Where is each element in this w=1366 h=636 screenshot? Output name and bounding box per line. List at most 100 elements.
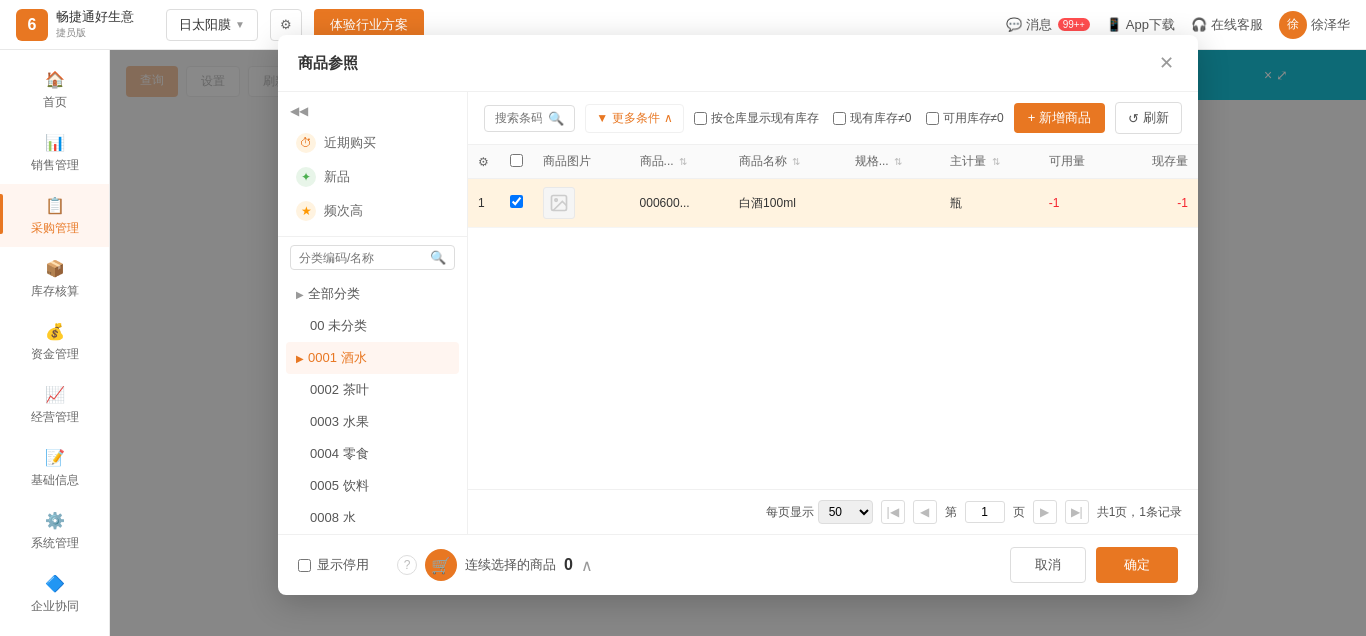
cart-label: 连续选择的商品	[465, 556, 556, 574]
th-name[interactable]: 商品名称 ⇅	[729, 145, 845, 179]
user-nav-item[interactable]: 徐 徐泽华	[1279, 11, 1350, 39]
modal-title: 商品参照	[298, 54, 358, 73]
checkbox-stock[interactable]	[833, 112, 846, 125]
username: 徐泽华	[1311, 16, 1350, 34]
new-product-button[interactable]: + 新增商品	[1014, 103, 1105, 133]
sidebar-item-sales[interactable]: 📊 销售管理	[0, 121, 109, 184]
table-row[interactable]: 1	[468, 179, 1198, 228]
category-item-0003[interactable]: 0003 水果	[286, 406, 459, 438]
sidebar-item-home[interactable]: 🏠 首页	[0, 58, 109, 121]
checkbox-warehouse-label: 按仓库显示现有库存	[711, 110, 819, 127]
svg-point-1	[555, 199, 558, 202]
th-image: 商品图片	[533, 145, 630, 179]
modal-body: ◀◀ ⏱ 近期购买 ✦ 新品 ★ 频次高	[278, 92, 1198, 534]
checkbox-item-available[interactable]: 可用库存≠0	[926, 110, 1004, 127]
frequent-label: 频次高	[324, 202, 363, 220]
sidebar-item-home-label: 首页	[43, 94, 67, 111]
select-all-checkbox[interactable]	[510, 154, 523, 167]
quick-filter-frequent[interactable]: ★ 频次高	[286, 194, 459, 228]
category-item-0008[interactable]: 0008 水	[286, 502, 459, 522]
category-item-0004[interactable]: 0004 零食	[286, 438, 459, 470]
new-label: 新品	[324, 168, 350, 186]
sidebar-item-basic-info[interactable]: 📝 基础信息	[0, 436, 109, 499]
th-stock[interactable]: 现存量	[1118, 145, 1198, 179]
category-item-0001[interactable]: ▶ 0001 酒水	[286, 342, 459, 374]
last-page-button[interactable]: ▶|	[1065, 500, 1089, 524]
category-search-input[interactable]	[299, 251, 430, 265]
checkbox-item-stock[interactable]: 现有库存≠0	[833, 110, 911, 127]
chevron-down-icon: ▼	[235, 19, 245, 30]
messages-badge: 99++	[1058, 18, 1090, 31]
sidebar-item-inventory[interactable]: 📦 库存核算	[0, 247, 109, 310]
th-code[interactable]: 商品... ⇅	[630, 145, 730, 179]
category-item-0002[interactable]: 0002 茶叶	[286, 374, 459, 406]
page-number-input[interactable]	[965, 501, 1005, 523]
sidebar-item-enterprise[interactable]: 🔷 企业协同	[0, 562, 109, 625]
next-page-button[interactable]: ▶	[1033, 500, 1057, 524]
checkbox-warehouse[interactable]	[694, 112, 707, 125]
show-disabled-checkbox[interactable]	[298, 559, 311, 572]
category-item-0005[interactable]: 0005 饮料	[286, 470, 459, 502]
checkbox-group: 按仓库显示现有库存 现有库存≠0 可用库存≠0	[694, 110, 1004, 127]
category-0004-label: 0004 零食	[310, 445, 369, 463]
th-spec[interactable]: 规格... ⇅	[845, 145, 941, 179]
category-all-label: 全部分类	[308, 285, 360, 303]
row-available: -1	[1039, 179, 1119, 228]
th-checkbox[interactable]	[500, 145, 533, 179]
sidebar-item-operations[interactable]: 📈 经营管理	[0, 373, 109, 436]
sidebar-item-purchase[interactable]: 📋 采购管理	[0, 184, 109, 247]
checkbox-item-warehouse[interactable]: 按仓库显示现有库存	[694, 110, 819, 127]
th-settings[interactable]: ⚙	[468, 145, 500, 179]
collapse-cart-icon[interactable]: ∧	[581, 556, 593, 575]
category-0003-label: 0003 水果	[310, 413, 369, 431]
recent-label: 近期购买	[324, 134, 376, 152]
sales-icon: 📊	[44, 131, 66, 153]
refresh-button[interactable]: ↺ 刷新	[1115, 102, 1182, 134]
product-table: ⚙ 商品图片 商品... ⇅ 商品名称 ⇅ 规格... ⇅ 主计量 ⇅ 可用量 …	[468, 145, 1198, 489]
more-filter-button[interactable]: ▼ 更多条件 ∧	[585, 104, 684, 133]
table: ⚙ 商品图片 商品... ⇅ 商品名称 ⇅ 规格... ⇅ 主计量 ⇅ 可用量 …	[468, 145, 1198, 228]
sidebar-item-finance[interactable]: 💰 资金管理	[0, 310, 109, 373]
sidebar-item-system[interactable]: ⚙️ 系统管理	[0, 499, 109, 562]
category-00-label: 00 未分类	[310, 317, 367, 335]
cart-area: ? 🛒 连续选择的商品 0 ∧	[397, 549, 593, 581]
sidebar-item-finance-label: 资金管理	[31, 346, 79, 363]
branch-name: 日太阳膜	[179, 16, 231, 34]
modal-close-button[interactable]: ✕	[1154, 51, 1178, 75]
category-item-all[interactable]: ▶ 全部分类	[286, 278, 459, 310]
row-checkbox[interactable]	[500, 179, 533, 228]
th-available[interactable]: 可用量	[1039, 145, 1119, 179]
message-icon: 💬	[1006, 17, 1022, 32]
cancel-button[interactable]: 取消	[1010, 547, 1086, 583]
product-thumbnail	[543, 187, 575, 219]
online-service-nav-item[interactable]: 🎧 在线客服	[1191, 16, 1263, 34]
confirm-button[interactable]: 确定	[1096, 547, 1178, 583]
product-search-input[interactable]	[495, 111, 542, 125]
cart-icon[interactable]: 🛒	[425, 549, 457, 581]
messages-nav-item[interactable]: 💬 消息 99++	[1006, 16, 1090, 34]
show-disabled-checkbox-label[interactable]: 显示停用	[298, 556, 369, 574]
question-mark-icon[interactable]: ?	[397, 555, 417, 575]
avatar: 徐	[1279, 11, 1307, 39]
category-item-00[interactable]: 00 未分类	[286, 310, 459, 342]
app-download-nav-item[interactable]: 📱 App下载	[1106, 16, 1175, 34]
table-header: ⚙ 商品图片 商品... ⇅ 商品名称 ⇅ 规格... ⇅ 主计量 ⇅ 可用量 …	[468, 145, 1198, 179]
app-download-label: App下载	[1126, 16, 1175, 34]
row-select-checkbox[interactable]	[510, 195, 523, 208]
quick-filter-new[interactable]: ✦ 新品	[286, 160, 459, 194]
branch-selector[interactable]: 日太阳膜 ▼	[166, 9, 258, 41]
th-unit[interactable]: 主计量 ⇅	[940, 145, 1039, 179]
prev-page-button[interactable]: ◀	[913, 500, 937, 524]
category-search[interactable]: 🔍	[290, 245, 455, 270]
sidebar-item-guide[interactable]: ⭐ 新手引导	[0, 625, 109, 636]
product-search-box[interactable]: 🔍	[484, 105, 575, 132]
enterprise-icon: 🔷	[44, 572, 66, 594]
sidebar-item-purchase-label: 采购管理	[31, 220, 79, 237]
quick-filter-recent[interactable]: ⏱ 近期购买	[286, 126, 459, 160]
category-tree: ▶ 全部分类 00 未分类 ▶ 0001 酒水	[278, 278, 467, 522]
checkbox-available[interactable]	[926, 112, 939, 125]
total-info: 共1页，1条记录	[1097, 504, 1182, 521]
first-page-button[interactable]: |◀	[881, 500, 905, 524]
per-page-dropdown[interactable]: 50 100 200	[818, 500, 873, 524]
modal-right-panel: 🔍 ▼ 更多条件 ∧ 按仓库显示现有库存	[468, 92, 1198, 534]
